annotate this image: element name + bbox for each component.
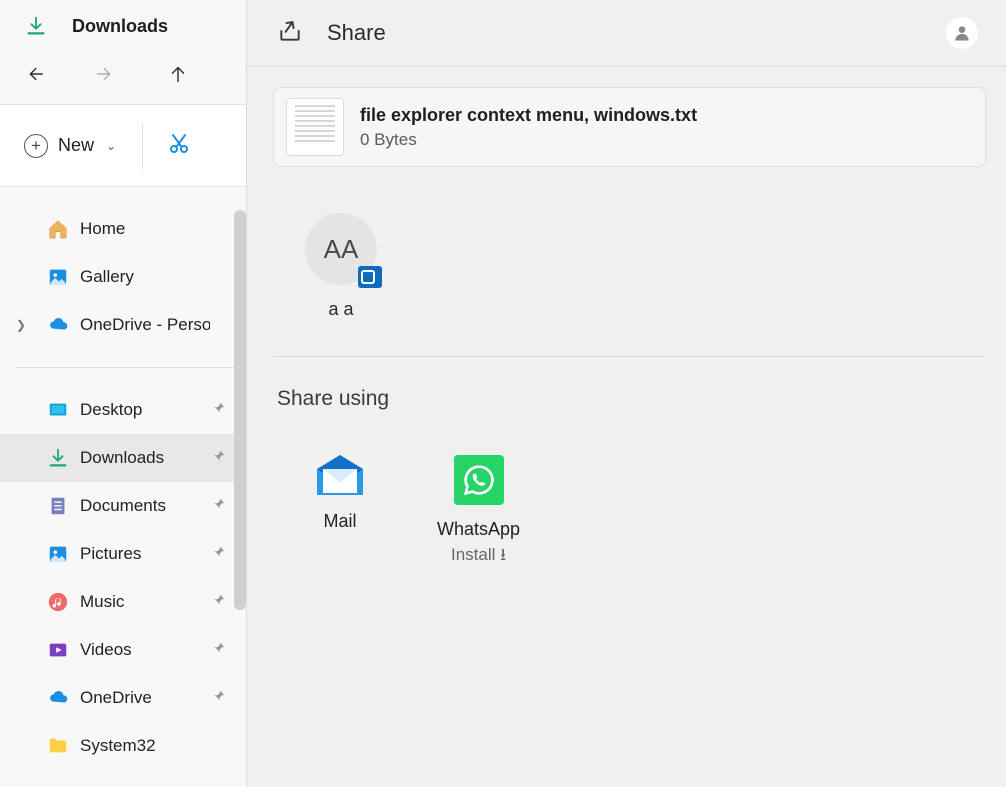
file-name: file explorer context menu, windows.txt — [360, 105, 697, 126]
share-header: Share — [247, 0, 1006, 67]
desktop-icon — [46, 398, 70, 422]
outlook-badge-icon — [358, 266, 382, 288]
contact-initials: AA — [324, 234, 359, 265]
cut-button[interactable] — [167, 131, 191, 160]
pin-icon — [212, 544, 226, 564]
explorer-tab-title: Downloads — [72, 16, 168, 37]
tree-item-pictures[interactable]: Pictures — [0, 530, 246, 578]
nav-tree[interactable]: Home Gallery ❯ OneDrive - Personal Deskt… — [0, 187, 246, 787]
new-button[interactable]: + New ⌄ — [24, 134, 116, 158]
contact-item[interactable]: AA a a — [305, 213, 377, 320]
app-name: Mail — [323, 511, 356, 532]
pin-icon — [212, 592, 226, 612]
tree-item-onedrive[interactable]: OneDrive — [0, 674, 246, 722]
tree-label: Videos — [80, 640, 132, 660]
tree-label: Gallery — [80, 267, 134, 287]
explorer-tab-header: Downloads — [0, 0, 246, 52]
file-explorer-panel: Downloads + New ⌄ Home — [0, 0, 246, 787]
chevron-down-icon: ⌄ — [106, 139, 116, 153]
contact-avatar: AA — [305, 213, 377, 285]
forward-button[interactable] — [94, 62, 118, 86]
tree-label: OneDrive - Personal — [80, 315, 210, 335]
pin-icon — [212, 640, 226, 660]
tree-item-documents[interactable]: Documents — [0, 482, 246, 530]
tree-item-desktop[interactable]: Desktop — [0, 386, 246, 434]
pin-icon — [212, 496, 226, 516]
tree-divider — [16, 367, 234, 368]
documents-icon — [46, 494, 70, 518]
tree-label: Pictures — [80, 544, 141, 564]
app-install-hint: Install ⭳ — [451, 542, 506, 571]
new-button-label: New — [58, 135, 94, 156]
share-icon — [277, 18, 303, 49]
chevron-right-icon[interactable]: ❯ — [16, 318, 26, 332]
app-name: WhatsApp — [437, 519, 520, 540]
file-thumbnail-icon — [286, 98, 344, 156]
whatsapp-icon — [454, 455, 504, 505]
share-body: file explorer context menu, windows.txt … — [247, 67, 1006, 571]
pictures-icon — [46, 542, 70, 566]
tree-item-home[interactable]: Home — [0, 205, 246, 253]
toolbar-divider — [142, 123, 143, 169]
tree-scrollbar[interactable] — [234, 210, 246, 610]
gallery-icon — [46, 265, 70, 289]
tree-label: Documents — [80, 496, 166, 516]
account-button[interactable] — [946, 17, 978, 49]
tree-item-system32[interactable]: System32 — [0, 722, 246, 770]
downloads-icon — [46, 446, 70, 470]
up-button[interactable] — [166, 62, 190, 86]
tree-item-music[interactable]: Music — [0, 578, 246, 626]
file-size: 0 Bytes — [360, 130, 697, 150]
download-icon: ⭳ — [500, 545, 506, 564]
tree-item-onedrive-personal[interactable]: ❯ OneDrive - Personal — [0, 301, 246, 349]
share-app-mail[interactable]: Mail — [315, 455, 365, 571]
toolbar: + New ⌄ — [0, 104, 246, 187]
tree-label: Desktop — [80, 400, 142, 420]
home-icon — [46, 217, 70, 241]
tree-item-gallery[interactable]: Gallery — [0, 253, 246, 301]
downloads-tab-icon — [24, 14, 48, 38]
tree-item-videos[interactable]: Videos — [0, 626, 246, 674]
videos-icon — [46, 638, 70, 662]
mail-icon — [315, 455, 365, 497]
folder-icon — [46, 734, 70, 758]
onedrive-icon — [46, 313, 70, 337]
plus-icon: + — [24, 134, 48, 158]
tree-item-downloads[interactable]: Downloads — [0, 434, 246, 482]
pin-icon — [212, 400, 226, 420]
tree-label: Music — [80, 592, 124, 612]
pin-icon — [212, 688, 226, 708]
back-button[interactable] — [22, 62, 46, 86]
share-using-heading: Share using — [277, 387, 986, 411]
share-apps-row: Mail WhatsApp Install ⭳ — [315, 455, 986, 571]
pin-icon — [212, 448, 226, 468]
onedrive-icon — [46, 686, 70, 710]
music-icon — [46, 590, 70, 614]
share-app-whatsapp[interactable]: WhatsApp Install ⭳ — [437, 455, 520, 571]
contacts-row: AA a a — [273, 167, 986, 320]
share-title: Share — [327, 20, 386, 46]
nav-row — [0, 52, 246, 104]
share-panel: Share file explorer context menu, window… — [246, 0, 1006, 787]
tree-label: System32 — [80, 736, 156, 756]
share-divider — [273, 356, 986, 357]
tree-label: OneDrive — [80, 688, 152, 708]
tree-label: Home — [80, 219, 125, 239]
file-card: file explorer context menu, windows.txt … — [273, 87, 986, 167]
contact-name: a a — [328, 299, 353, 320]
tree-label: Downloads — [80, 448, 164, 468]
